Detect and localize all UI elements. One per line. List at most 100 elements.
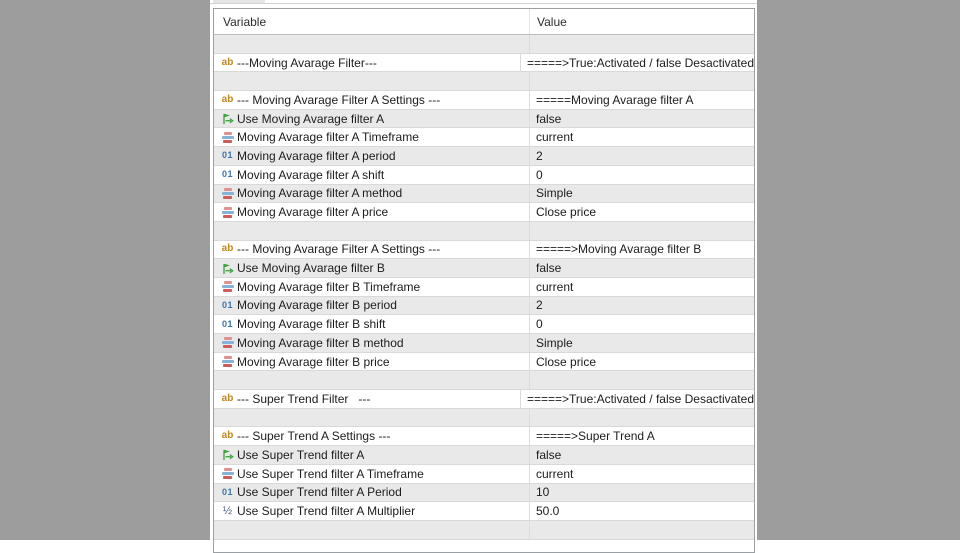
variable-label: Moving Avarage filter A period — [237, 149, 396, 163]
variable-cell: ab --- Moving Avarage Filter A Settings … — [214, 241, 530, 259]
value-cell[interactable]: current — [530, 278, 754, 296]
table-row[interactable]: 01 Moving Avarage filter A shift 0 — [214, 166, 754, 185]
table-row[interactable]: Moving Avarage filter A Timeframe curren… — [214, 128, 754, 147]
integer-param-icon: 01 — [222, 320, 233, 329]
param-type-icon-slot — [218, 468, 237, 479]
variable-cell — [214, 222, 530, 240]
value-cell[interactable] — [530, 409, 754, 427]
value-cell[interactable]: false — [530, 446, 754, 464]
value-text: 0 — [536, 168, 543, 182]
variable-cell — [214, 371, 530, 389]
left-gray-panel — [0, 0, 210, 540]
value-cell[interactable]: 50.0 — [530, 502, 754, 520]
param-type-icon-slot — [218, 188, 237, 199]
table-row[interactable]: Use Super Trend filter A false — [214, 446, 754, 465]
variable-label: Use Super Trend filter A — [237, 448, 364, 462]
table-row[interactable]: ab --- Moving Avarage Filter A Settings … — [214, 91, 754, 110]
table-row[interactable]: ab --- Moving Avarage Filter A Settings … — [214, 241, 754, 260]
value-cell[interactable]: =====>True:Activated / false Desactivate… — [521, 390, 754, 408]
param-type-icon-slot: ab — [218, 95, 237, 105]
param-type-icon-slot — [218, 262, 237, 275]
variable-label: Use Moving Avarage filter A — [237, 112, 384, 126]
value-cell[interactable] — [530, 371, 754, 389]
value-cell[interactable]: 2 — [530, 297, 754, 315]
table-row[interactable]: Moving Avarage filter A price Close pric… — [214, 203, 754, 222]
value-cell[interactable]: Close price — [530, 203, 754, 221]
table-row[interactable]: ab ---Moving Avarage Filter--- =====>Tru… — [214, 54, 754, 73]
column-header-value[interactable]: Value — [530, 9, 754, 34]
value-cell[interactable]: 0 — [530, 166, 754, 184]
table-row[interactable]: Moving Avarage filter A method Simple — [214, 185, 754, 204]
table-row[interactable] — [214, 409, 754, 428]
value-cell[interactable] — [530, 72, 754, 90]
param-type-icon-slot: ab — [218, 431, 237, 441]
table-row[interactable]: Moving Avarage filter B Timeframe curren… — [214, 278, 754, 297]
panel-top-divider — [210, 3, 757, 4]
table-row[interactable]: Use Super Trend filter A Timeframe curre… — [214, 465, 754, 484]
value-cell[interactable]: Simple — [530, 334, 754, 352]
table-row[interactable]: 01 Use Super Trend filter A Period 10 — [214, 484, 754, 503]
value-cell[interactable]: false — [530, 259, 754, 277]
variable-cell: 01 Moving Avarage filter A period — [214, 147, 530, 165]
enum-param-icon — [222, 468, 234, 479]
value-cell[interactable]: current — [530, 465, 754, 483]
value-text: 2 — [536, 149, 543, 163]
table-row[interactable]: Use Moving Avarage filter A false — [214, 110, 754, 129]
value-cell[interactable]: false — [530, 110, 754, 128]
table-row[interactable]: 01 Moving Avarage filter A period 2 — [214, 147, 754, 166]
value-cell[interactable]: =====>Super Trend A — [530, 427, 754, 445]
variable-label: Moving Avarage filter A shift — [237, 168, 384, 182]
variable-cell: Use Moving Avarage filter B — [214, 259, 530, 277]
variable-cell: 01 Use Super Trend filter A Period — [214, 484, 530, 502]
table-row[interactable]: ab --- Super Trend Filter --- =====>True… — [214, 390, 754, 409]
value-cell[interactable]: 0 — [530, 315, 754, 333]
value-cell[interactable]: Close price — [530, 353, 754, 371]
param-type-icon-slot: ab — [218, 394, 237, 404]
param-type-icon-slot: 01 — [218, 488, 237, 497]
table-row[interactable]: ab --- Super Trend A Settings --- =====>… — [214, 427, 754, 446]
value-text: false — [536, 261, 561, 275]
value-cell[interactable]: 2 — [530, 147, 754, 165]
column-header-variable[interactable]: Variable — [214, 9, 530, 34]
table-row[interactable] — [214, 222, 754, 241]
value-text: current — [536, 467, 573, 481]
table-row[interactable] — [214, 72, 754, 91]
variable-cell: ab --- Moving Avarage Filter A Settings … — [214, 91, 530, 109]
value-cell[interactable]: Simple — [530, 185, 754, 203]
value-cell[interactable]: =====>True:Activated / false Desactivate… — [521, 54, 754, 72]
integer-param-icon: 01 — [222, 301, 233, 310]
variable-label: Moving Avarage filter B period — [237, 298, 397, 312]
variable-cell — [214, 409, 530, 427]
value-cell[interactable] — [530, 521, 754, 539]
value-cell[interactable]: =====>Moving Avarage filter B — [530, 241, 754, 259]
table-row[interactable]: ½ Use Super Trend filter A Multiplier 50… — [214, 502, 754, 521]
param-type-icon-slot: 01 — [218, 170, 237, 179]
variable-label: --- Moving Avarage Filter A Settings --- — [237, 242, 440, 256]
enum-param-icon — [222, 188, 234, 199]
variable-label: Use Super Trend filter A Multiplier — [237, 504, 415, 518]
enum-param-icon — [222, 356, 234, 367]
variable-cell: Use Super Trend filter A — [214, 446, 530, 464]
value-cell[interactable]: current — [530, 128, 754, 146]
table-row[interactable]: Use Moving Avarage filter B false — [214, 259, 754, 278]
table-row[interactable]: Moving Avarage filter B price Close pric… — [214, 353, 754, 372]
variable-label: Moving Avarage filter A Timeframe — [237, 130, 419, 144]
table-row[interactable]: 01 Moving Avarage filter B period 2 — [214, 297, 754, 316]
param-type-icon-slot — [218, 281, 237, 292]
enum-param-icon — [222, 337, 234, 348]
param-type-icon-slot — [218, 132, 237, 143]
variable-cell: Moving Avarage filter B Timeframe — [214, 278, 530, 296]
inputs-panel: Variable Value ab ---Moving Avarage Filt… — [210, 0, 757, 540]
value-cell[interactable] — [530, 35, 754, 53]
table-row[interactable]: 01 Moving Avarage filter B shift 0 — [214, 315, 754, 334]
value-cell[interactable] — [530, 222, 754, 240]
value-text: 50.0 — [536, 504, 559, 518]
table-row[interactable] — [214, 371, 754, 390]
value-cell[interactable]: 10 — [530, 484, 754, 502]
string-param-icon: ab — [222, 431, 234, 441]
table-row[interactable] — [214, 35, 754, 54]
value-cell[interactable]: =====Moving Avarage filter A — [530, 91, 754, 109]
table-row[interactable] — [214, 521, 754, 540]
variable-cell: Moving Avarage filter B method — [214, 334, 530, 352]
table-row[interactable]: Moving Avarage filter B method Simple — [214, 334, 754, 353]
